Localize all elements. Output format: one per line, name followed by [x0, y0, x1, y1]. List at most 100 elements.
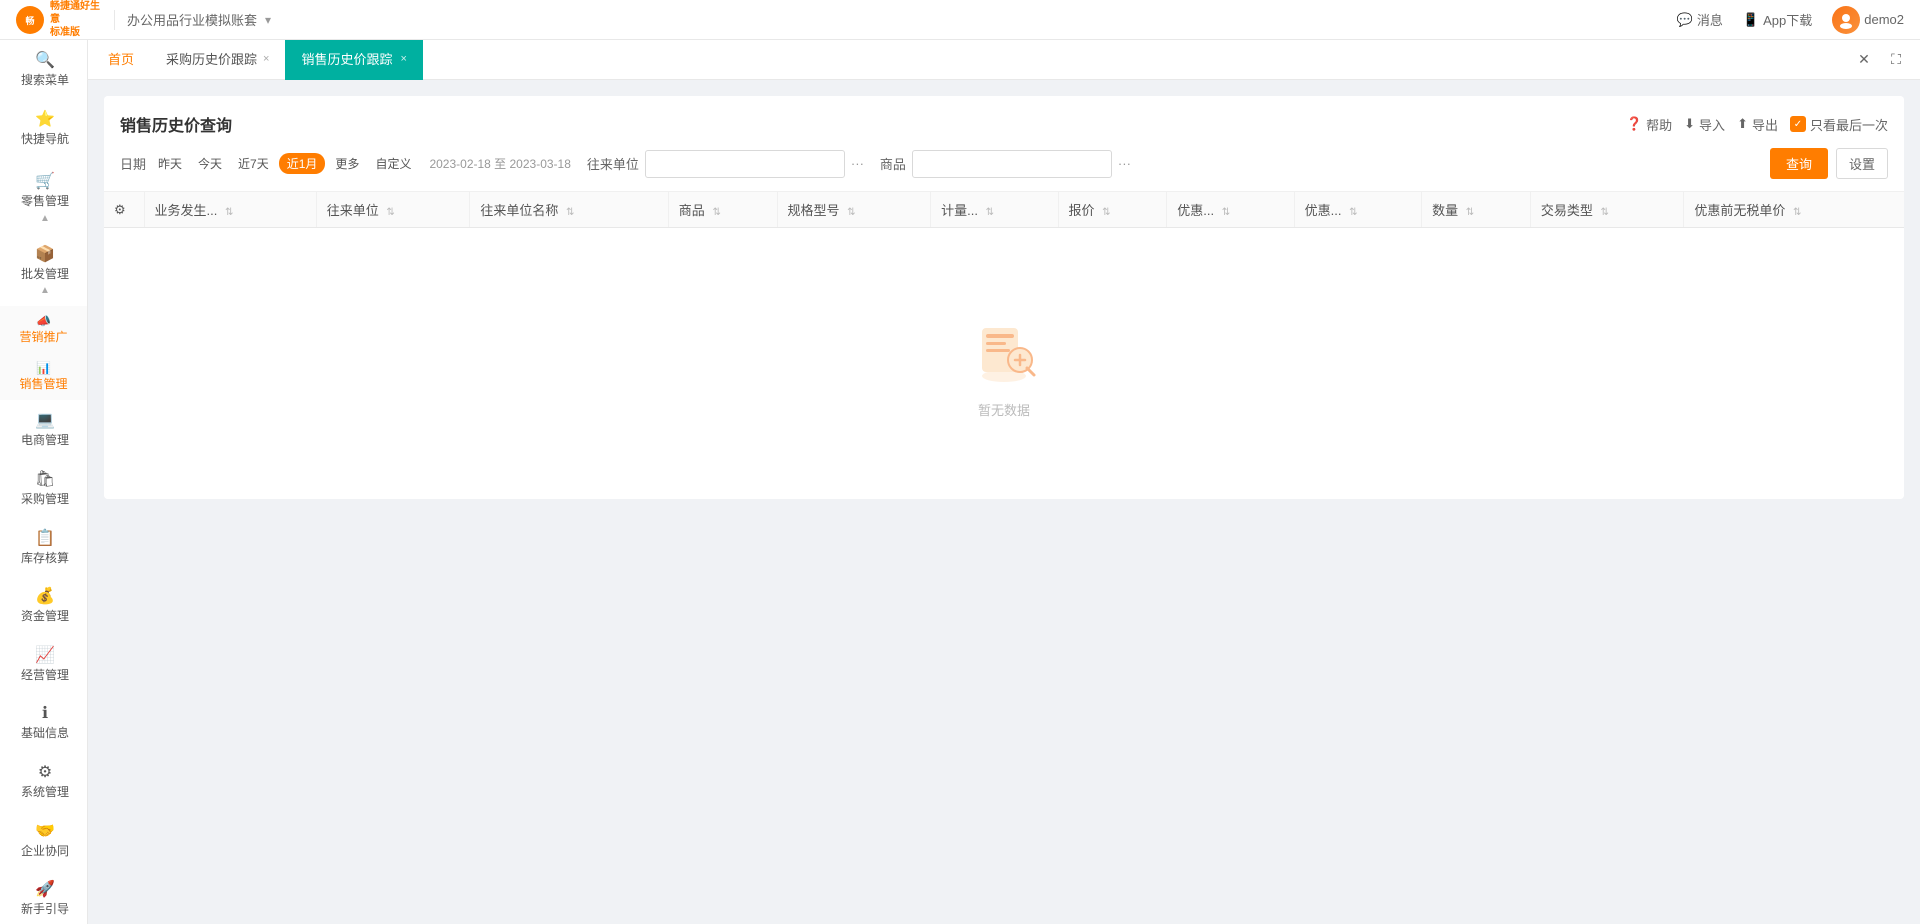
tab-home[interactable]: 首页	[92, 40, 150, 80]
sidebar-label-quicknav: 快捷导航	[21, 132, 69, 148]
sidebar-item-ecommerce[interactable]: 💻 电商管理	[0, 400, 87, 459]
table-header-row: ⚙ 业务发生... ⇅ 往来单位 ⇅ 往来单位名称	[104, 192, 1904, 228]
sidebar-item-purchase[interactable]: 🛍 采购管理	[0, 459, 87, 518]
tab-fullscreen-btn[interactable]: ⛶	[1884, 48, 1908, 72]
star-icon: ⭐	[35, 109, 55, 129]
sort-trade-type-icon: ⇅	[1600, 207, 1608, 218]
sidebar-label-purchase: 采购管理	[21, 492, 69, 508]
content-area: 首页 采购历史价跟踪 × 销售历史价跟踪 × ✕ ⛶ 销售历史价查询	[88, 40, 1920, 924]
table-th-quote[interactable]: 报价 ⇅	[1058, 192, 1167, 228]
sidebar-sub-item-sales[interactable]: 📊 销售管理	[0, 353, 87, 400]
sidebar-item-basicinfo[interactable]: ℹ 基础信息	[0, 693, 87, 752]
help-btn[interactable]: ❓ 帮助	[1626, 115, 1672, 134]
logo-text: 畅捷通好生意 标准版	[50, 0, 102, 39]
help-icon: ❓	[1626, 116, 1642, 132]
query-btn[interactable]: 查询	[1770, 148, 1828, 179]
table-th-spec[interactable]: 规格型号 ⇅	[777, 192, 931, 228]
export-icon: ⬆	[1737, 116, 1748, 132]
export-btn[interactable]: ⬆ 导出	[1737, 115, 1778, 134]
svg-text:畅: 畅	[25, 15, 34, 26]
date-filter-group: 日期 昨天 今天 近7天 近1月 更多 自定义 2023-02-18 至 202…	[120, 153, 571, 174]
table-th-unit[interactable]: 计量... ⇅	[931, 192, 1058, 228]
sidebar-label-search: 搜索菜单	[21, 73, 69, 89]
top-header: 畅 畅捷通好生意 标准版 办公用品行业模拟账套 ▾ 💬 消息 📱 App下载 d…	[0, 0, 1920, 40]
table-th-pre-tax[interactable]: 优惠前无税单价 ⇅	[1684, 192, 1904, 228]
date-btn-today[interactable]: 今天	[192, 153, 228, 174]
table-th-settings[interactable]: ⚙	[104, 192, 144, 228]
logo-area: 畅 畅捷通好生意 标准版	[16, 0, 102, 39]
table-th-discount1[interactable]: 优惠... ⇅	[1167, 192, 1294, 228]
sidebar-item-search[interactable]: 🔍 搜索菜单	[0, 40, 87, 99]
sort-pre-tax-icon: ⇅	[1793, 207, 1801, 218]
goods-input[interactable]	[912, 150, 1112, 178]
sort-biz-date-icon: ⇅	[225, 207, 233, 218]
search-icon: 🔍	[35, 50, 55, 70]
sidebar-item-newuser[interactable]: 🚀 新手引导	[0, 869, 87, 924]
sidebar-label-sysmanage: 系统管理	[21, 785, 69, 801]
tab-sales-price[interactable]: 销售历史价跟踪 ×	[285, 40, 422, 80]
date-btn-more[interactable]: 更多	[329, 153, 365, 174]
sort-goods-icon: ⇅	[712, 207, 720, 218]
header-dropdown-icon[interactable]: ▾	[265, 13, 271, 27]
table-th-partner-name[interactable]: 往来单位名称 ⇅	[470, 192, 668, 228]
tab-close-all-btn[interactable]: ✕	[1852, 48, 1876, 72]
tab-sales-close-icon[interactable]: ×	[400, 53, 406, 65]
operations-icon: 📈	[35, 645, 55, 665]
sort-unit-icon: ⇅	[986, 207, 994, 218]
date-btn-custom[interactable]: 自定义	[369, 153, 417, 174]
partner-filter-label: 往来单位	[587, 154, 639, 173]
sidebar-item-collab[interactable]: 🤝 企业协同	[0, 811, 87, 870]
basicinfo-icon: ℹ	[42, 703, 48, 723]
tab-purchase-label: 采购历史价跟踪	[166, 49, 257, 68]
sidebar-item-sysmanage[interactable]: ⚙ 系统管理	[0, 752, 87, 811]
messages-btn[interactable]: 💬 消息	[1677, 10, 1723, 29]
page-content: 销售历史价查询 ❓ 帮助 ⬇ 导入 ⬆ 导出	[88, 80, 1920, 924]
sidebar-item-finance[interactable]: 💰 资金管理	[0, 576, 87, 635]
download-icon: 📱	[1743, 12, 1759, 28]
table-th-biz-date[interactable]: 业务发生... ⇅	[144, 192, 316, 228]
date-btn-yesterday[interactable]: 昨天	[152, 153, 188, 174]
date-btn-1month[interactable]: 近1月	[279, 153, 326, 174]
table-th-qty[interactable]: 数量 ⇅	[1422, 192, 1531, 228]
sidebar-sub-item-marketing[interactable]: 📣 营销推广	[0, 306, 87, 353]
partner-input[interactable]	[645, 150, 845, 178]
sidebar-label-collab: 企业协同	[21, 844, 69, 860]
finance-icon: 💰	[35, 586, 55, 606]
import-btn[interactable]: ⬇ 导入	[1684, 115, 1725, 134]
filter-bar: 日期 昨天 今天 近7天 近1月 更多 自定义 2023-02-18 至 202…	[104, 136, 1904, 192]
data-table: ⚙ 业务发生... ⇅ 往来单位 ⇅ 往来单位名称	[104, 192, 1904, 228]
tab-purchase-price[interactable]: 采购历史价跟踪 ×	[150, 40, 285, 80]
date-btn-7days[interactable]: 近7天	[232, 153, 275, 174]
checkbox-checked-icon: ✓	[1790, 116, 1806, 132]
sort-discount1-icon: ⇅	[1222, 207, 1230, 218]
sidebar-item-inventory[interactable]: 📋 库存核算	[0, 518, 87, 577]
sidebar-item-wholesale[interactable]: 📦 批发管理 ▲	[0, 234, 87, 307]
table-th-partner-code[interactable]: 往来单位 ⇅	[316, 192, 470, 228]
sort-qty-icon: ⇅	[1466, 207, 1474, 218]
date-range-text: 2023-02-18 至 2023-03-18	[429, 155, 570, 172]
table-th-discount2[interactable]: 优惠... ⇅	[1294, 192, 1421, 228]
sidebar-label-newuser: 新手引导	[21, 902, 69, 918]
collab-icon: 🤝	[35, 821, 55, 841]
sidebar-label-ecommerce: 电商管理	[21, 433, 69, 449]
settings-btn[interactable]: 设置	[1836, 148, 1888, 179]
table-th-goods[interactable]: 商品 ⇅	[668, 192, 777, 228]
ecommerce-icon: 💻	[35, 410, 55, 430]
empty-state: 暂无数据	[104, 228, 1904, 499]
sidebar-item-retail[interactable]: 🛒 零售管理 ▲	[0, 161, 87, 234]
app-download-btn[interactable]: 📱 App下载	[1743, 10, 1812, 29]
sidebar-item-operations[interactable]: 📈 经营管理	[0, 635, 87, 694]
tab-purchase-close-icon[interactable]: ×	[263, 53, 269, 65]
goods-dots-icon[interactable]: ···	[1118, 156, 1131, 171]
sidebar-item-quicknav[interactable]: ⭐ 快捷导航	[0, 99, 87, 158]
partner-dots-icon[interactable]: ···	[851, 156, 864, 171]
user-menu[interactable]: demo2	[1832, 6, 1904, 34]
date-buttons: 昨天 今天 近7天 近1月 更多 自定义	[152, 153, 417, 174]
header-right: 💬 消息 📱 App下载 demo2	[1677, 6, 1904, 34]
user-avatar	[1832, 6, 1860, 34]
wholesale-sub-items: 📣 营销推广 📊 销售管理	[0, 306, 87, 400]
sidebar-label-basicinfo: 基础信息	[21, 726, 69, 742]
table-th-trade-type[interactable]: 交易类型 ⇅	[1530, 192, 1684, 228]
page-header-actions: ❓ 帮助 ⬇ 导入 ⬆ 导出 ✓ 只看最后一次	[1626, 115, 1888, 134]
only-last-checkbox-label[interactable]: ✓ 只看最后一次	[1790, 115, 1888, 134]
